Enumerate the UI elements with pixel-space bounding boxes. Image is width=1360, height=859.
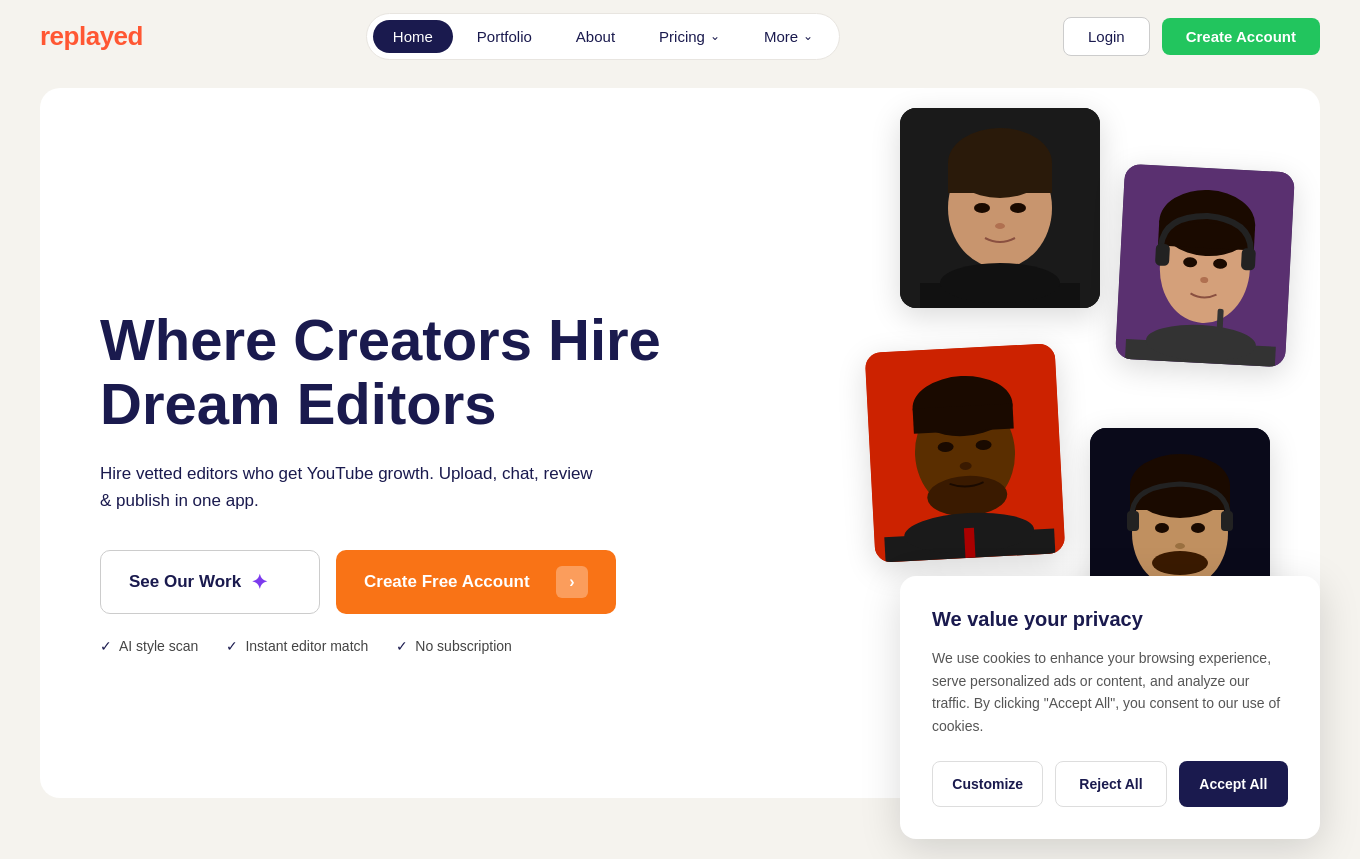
svg-point-5 xyxy=(1010,203,1026,213)
hero-title-line2: Dream Editors xyxy=(100,371,496,436)
arrow-icon: › xyxy=(556,566,588,598)
login-button[interactable]: Login xyxy=(1063,17,1150,56)
logo[interactable]: replayed xyxy=(40,21,143,52)
hero-features: ✓ AI style scan ✓ Instant editor match ✓… xyxy=(100,638,661,654)
svg-rect-40 xyxy=(1127,511,1139,531)
svg-point-6 xyxy=(995,223,1005,229)
accept-all-button[interactable]: Accept All xyxy=(1179,761,1288,807)
nav-portfolio[interactable]: Portfolio xyxy=(457,20,552,53)
feature-ai-scan: ✓ AI style scan xyxy=(100,638,198,654)
check-icon-3: ✓ xyxy=(396,638,408,654)
customize-button[interactable]: Customize xyxy=(932,761,1043,807)
nav-about[interactable]: About xyxy=(556,20,635,53)
create-account-button[interactable]: Create Account xyxy=(1162,18,1320,55)
editor-photo-2 xyxy=(1115,164,1295,368)
nav-links: Home Portfolio About Pricing ⌄ More ⌄ xyxy=(366,13,840,60)
create-free-account-button[interactable]: Create Free Account › xyxy=(336,550,616,614)
feature-match-label: Instant editor match xyxy=(245,638,368,654)
svg-rect-18 xyxy=(1217,309,1224,329)
svg-point-38 xyxy=(1191,523,1205,533)
svg-point-37 xyxy=(1155,523,1169,533)
check-icon-1: ✓ xyxy=(100,638,112,654)
svg-point-4 xyxy=(974,203,990,213)
pricing-chevron-icon: ⌄ xyxy=(710,29,720,43)
nav-pricing[interactable]: Pricing ⌄ xyxy=(639,20,740,53)
feature-no-sub: ✓ No subscription xyxy=(396,638,512,654)
check-icon-2: ✓ xyxy=(226,638,238,654)
sparkle-icon: ✦ xyxy=(251,570,268,594)
see-our-work-button[interactable]: See Our Work ✦ xyxy=(100,550,320,614)
logo-text: replayed xyxy=(40,21,143,51)
hero-subtitle: Hire vetted editors who get YouTube grow… xyxy=(100,460,600,514)
nav-more[interactable]: More ⌄ xyxy=(744,20,833,53)
see-work-label: See Our Work xyxy=(129,572,241,592)
svg-point-39 xyxy=(1175,543,1185,549)
hero-section: Where Creators Hire Dream Editors Hire v… xyxy=(100,308,661,654)
svg-rect-31 xyxy=(964,528,976,558)
svg-point-8 xyxy=(940,263,1060,303)
cookie-text: We use cookies to enhance your browsing … xyxy=(932,647,1288,737)
nav-home[interactable]: Home xyxy=(373,20,453,53)
nav-actions: Login Create Account xyxy=(1063,17,1320,56)
cookie-banner: We value your privacy We use cookies to … xyxy=(900,576,1320,839)
more-chevron-icon: ⌄ xyxy=(803,29,813,43)
svg-rect-24 xyxy=(913,403,1014,433)
svg-rect-3 xyxy=(948,163,1052,193)
navbar: replayed Home Portfolio About Pricing ⌄ … xyxy=(0,0,1360,72)
svg-rect-16 xyxy=(1155,243,1170,266)
cookie-title: We value your privacy xyxy=(932,608,1288,631)
create-free-label: Create Free Account xyxy=(364,572,530,592)
feature-editor-match: ✓ Instant editor match xyxy=(226,638,368,654)
cookie-buttons: Customize Reject All Accept All xyxy=(932,761,1288,807)
hero-title-line1: Where Creators Hire xyxy=(100,307,661,372)
editor-photo-3 xyxy=(865,343,1066,563)
svg-point-36 xyxy=(1152,551,1208,575)
svg-rect-41 xyxy=(1221,511,1233,531)
editor-photo-1 xyxy=(900,108,1100,308)
hero-title: Where Creators Hire Dream Editors xyxy=(100,308,661,436)
reject-all-button[interactable]: Reject All xyxy=(1055,761,1166,807)
feature-ai-label: AI style scan xyxy=(119,638,198,654)
hero-buttons: See Our Work ✦ Create Free Account › xyxy=(100,550,661,614)
feature-nosub-label: No subscription xyxy=(415,638,512,654)
svg-rect-17 xyxy=(1241,248,1256,271)
